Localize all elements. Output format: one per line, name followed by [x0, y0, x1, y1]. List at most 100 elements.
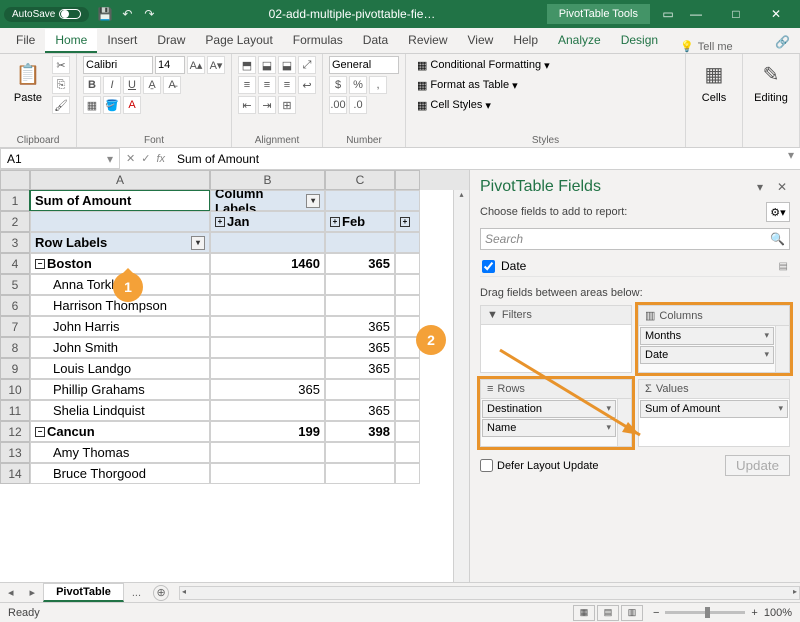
- decrease-indent-icon[interactable]: ⇤: [238, 96, 256, 114]
- zoom-out-button[interactable]: −: [653, 607, 659, 619]
- cell[interactable]: +Feb: [325, 211, 395, 232]
- orientation-icon[interactable]: ⤢: [298, 56, 316, 74]
- cell[interactable]: [210, 337, 325, 358]
- cell[interactable]: [210, 442, 325, 463]
- format-painter-icon[interactable]: 🖌: [52, 96, 70, 114]
- cell[interactable]: [395, 421, 420, 442]
- align-top-icon[interactable]: ⬒: [238, 56, 256, 74]
- area-columns[interactable]: ▥Columns Months▾Date▾: [638, 305, 790, 373]
- column-header-a[interactable]: A: [30, 170, 210, 190]
- merge-icon[interactable]: ⊞: [278, 96, 296, 114]
- font-size[interactable]: [155, 56, 185, 74]
- cell[interactable]: 398: [325, 421, 395, 442]
- maximize-button[interactable]: □: [716, 0, 756, 28]
- share-button[interactable]: 🔗: [765, 31, 800, 53]
- minimize-button[interactable]: —: [676, 0, 716, 28]
- column-header-b[interactable]: B: [210, 170, 325, 190]
- vertical-scrollbar[interactable]: [453, 190, 469, 582]
- page-break-view-icon[interactable]: ▥: [621, 605, 643, 621]
- align-center-icon[interactable]: ≡: [258, 76, 276, 94]
- field-search-input[interactable]: Search 🔍: [480, 228, 790, 250]
- collapse-icon[interactable]: −: [35, 259, 45, 269]
- row-header[interactable]: 2: [0, 211, 30, 232]
- worksheet-grid[interactable]: A B C 1Sum of AmountColumn Labels▾2+Jan+…: [0, 170, 470, 582]
- cell[interactable]: [30, 211, 210, 232]
- formula-input[interactable]: Sum of Amount: [171, 148, 782, 169]
- cell[interactable]: Row Labels▾: [30, 232, 210, 253]
- cell[interactable]: Shelia Lindquist: [30, 400, 210, 421]
- row-header[interactable]: 6: [0, 295, 30, 316]
- cell[interactable]: [325, 190, 395, 211]
- cell[interactable]: 365: [325, 400, 395, 421]
- tab-insert[interactable]: Insert: [97, 29, 147, 53]
- double-underline-icon[interactable]: A̱: [143, 76, 161, 94]
- increase-font-icon[interactable]: A▴: [187, 56, 205, 74]
- cells-button[interactable]: ▦ Cells: [692, 56, 736, 106]
- rows-scrollbar[interactable]: [617, 399, 631, 446]
- cell[interactable]: [395, 400, 420, 421]
- chevron-down-icon[interactable]: ▾: [764, 330, 769, 342]
- comma-icon[interactable]: ,: [369, 76, 387, 94]
- number-format[interactable]: [329, 56, 399, 74]
- row-header[interactable]: 13: [0, 442, 30, 463]
- filter-dropdown-icon[interactable]: ▾: [306, 194, 320, 208]
- wrap-text-icon[interactable]: ↩: [298, 76, 316, 94]
- tab-draw[interactable]: Draw: [147, 29, 195, 53]
- row-header[interactable]: 7: [0, 316, 30, 337]
- row-header[interactable]: 11: [0, 400, 30, 421]
- cell[interactable]: Bruce Thorgood: [30, 463, 210, 484]
- cell[interactable]: John Harris: [30, 316, 210, 337]
- cell[interactable]: [325, 295, 395, 316]
- cut-icon[interactable]: ✂: [52, 56, 70, 74]
- row-header[interactable]: 8: [0, 337, 30, 358]
- name-box[interactable]: A1▾: [0, 148, 120, 169]
- cell[interactable]: [210, 463, 325, 484]
- tab-review[interactable]: Review: [398, 29, 457, 53]
- defer-checkbox[interactable]: [480, 459, 493, 472]
- area-field[interactable]: Date▾: [640, 346, 774, 364]
- sheet-tabs-more[interactable]: ...: [124, 585, 149, 601]
- area-field[interactable]: Name▾: [482, 419, 616, 437]
- expand-icon[interactable]: +: [215, 217, 225, 227]
- area-rows[interactable]: ≡Rows Destination▾Name▾: [480, 379, 632, 447]
- cell[interactable]: Column Labels▾: [210, 190, 325, 211]
- percent-icon[interactable]: %: [349, 76, 367, 94]
- format-as-table-button[interactable]: ▦Format as Table ▾: [412, 76, 523, 94]
- increase-decimal-icon[interactable]: .00: [329, 96, 347, 114]
- row-header[interactable]: 9: [0, 358, 30, 379]
- page-layout-view-icon[interactable]: ▤: [597, 605, 619, 621]
- area-field[interactable]: Sum of Amount▾: [640, 400, 788, 418]
- area-field[interactable]: Destination▾: [482, 400, 616, 418]
- columns-scrollbar[interactable]: [775, 326, 789, 372]
- cell[interactable]: [395, 463, 420, 484]
- cell[interactable]: [395, 232, 420, 253]
- cell[interactable]: [395, 358, 420, 379]
- paste-button[interactable]: 📋 Paste: [6, 56, 50, 106]
- cell[interactable]: [210, 232, 325, 253]
- row-header[interactable]: 1: [0, 190, 30, 211]
- underline-icon[interactable]: U: [123, 76, 141, 94]
- tab-data[interactable]: Data: [353, 29, 398, 53]
- close-pane-icon[interactable]: ✕: [774, 179, 790, 195]
- bold-icon[interactable]: B: [83, 76, 101, 94]
- cell[interactable]: [395, 442, 420, 463]
- tab-view[interactable]: View: [458, 29, 504, 53]
- row-header[interactable]: 12: [0, 421, 30, 442]
- align-middle-icon[interactable]: ⬓: [258, 56, 276, 74]
- fx-icon[interactable]: fx: [156, 153, 165, 165]
- conditional-formatting-button[interactable]: ▦Conditional Formatting ▾: [412, 56, 555, 74]
- area-values[interactable]: ΣValues Sum of Amount▾: [638, 379, 790, 447]
- cell[interactable]: 365: [325, 358, 395, 379]
- chevron-down-icon[interactable]: ▾: [606, 403, 611, 415]
- cell[interactable]: [210, 316, 325, 337]
- cell[interactable]: +: [395, 211, 420, 232]
- chevron-down-icon[interactable]: ▾: [606, 422, 611, 434]
- decrease-decimal-icon[interactable]: .0: [349, 96, 367, 114]
- cell[interactable]: [325, 442, 395, 463]
- cell[interactable]: −Cancun: [30, 421, 210, 442]
- cell[interactable]: Amy Thomas: [30, 442, 210, 463]
- strikethrough-icon[interactable]: A̵: [163, 76, 181, 94]
- cell[interactable]: [395, 190, 420, 211]
- close-button[interactable]: ✕: [756, 0, 796, 28]
- cell[interactable]: 199: [210, 421, 325, 442]
